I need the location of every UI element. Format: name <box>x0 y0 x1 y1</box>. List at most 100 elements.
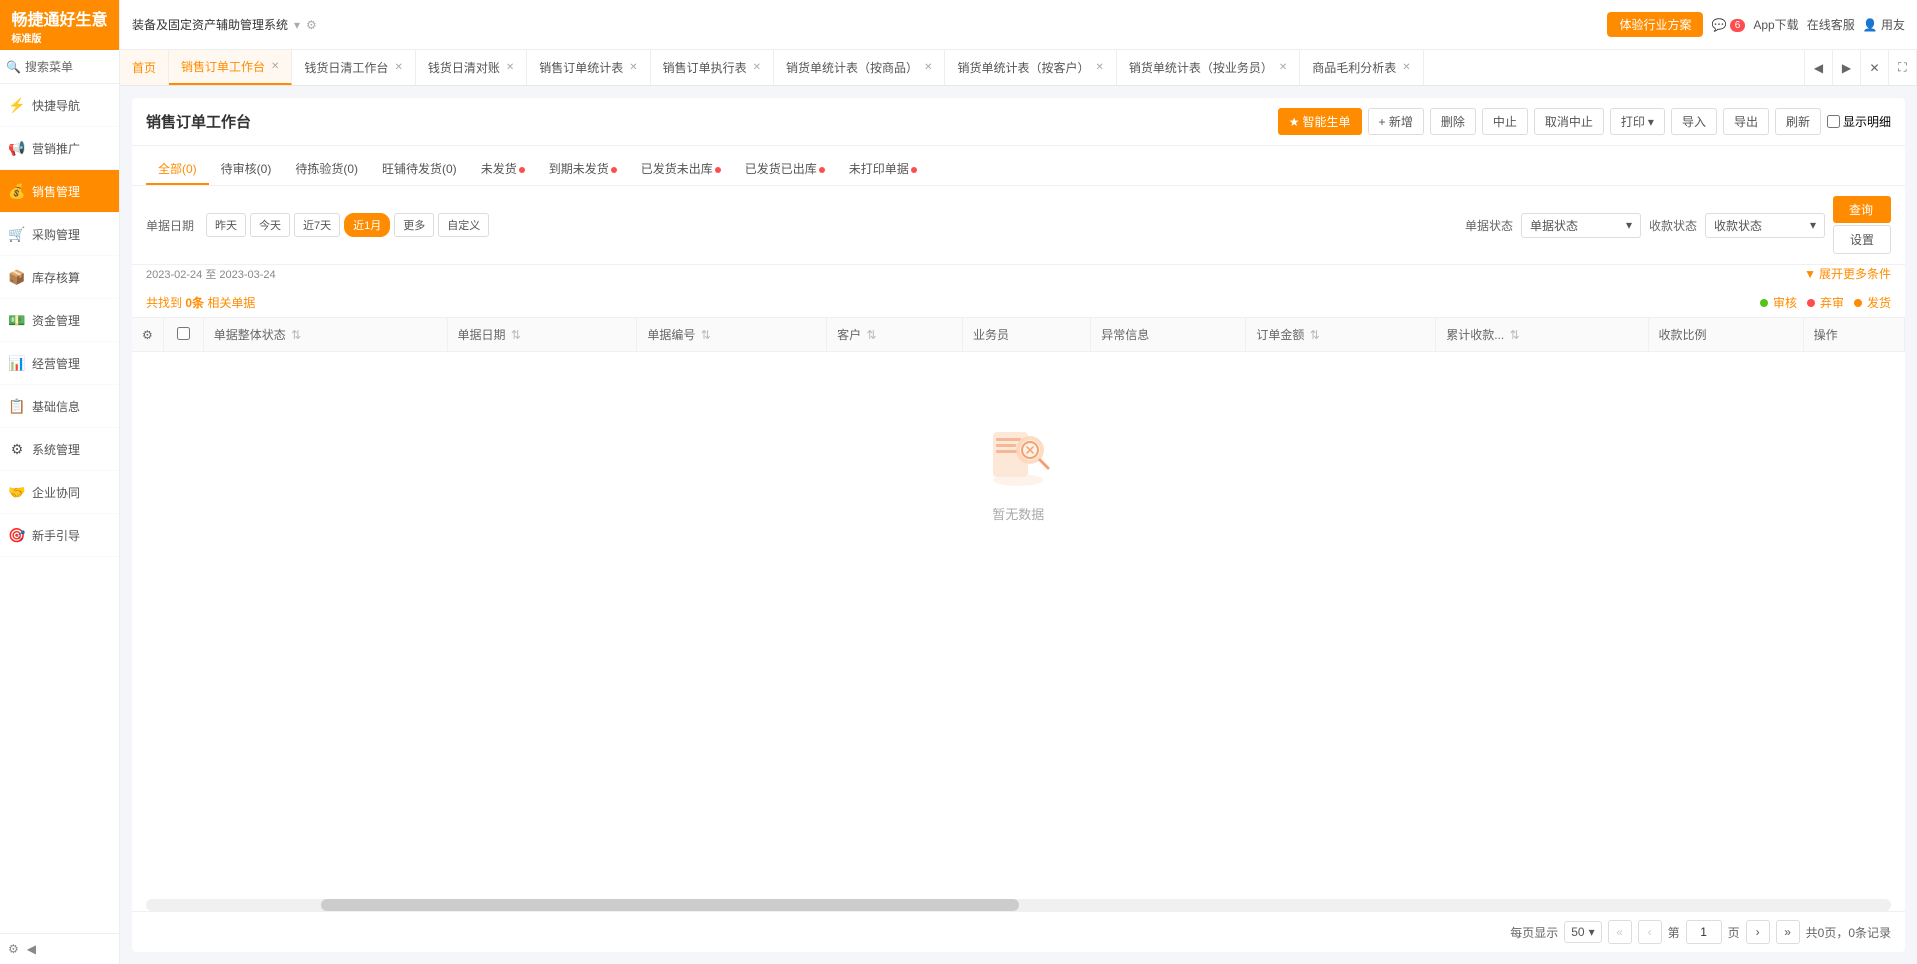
add-btn[interactable]: + 新增 <box>1368 108 1424 135</box>
sub-tab-shipped-not-out[interactable]: 已发货未出库 <box>629 154 733 185</box>
sidebar-item-operations[interactable]: 📊 经营管理 <box>0 342 119 385</box>
sidebar-item-sales[interactable]: 💰 销售管理 <box>0 170 119 213</box>
last-page-btn[interactable]: » <box>1776 920 1800 944</box>
tab-home[interactable]: 首页 <box>120 50 169 85</box>
sidebar-item-purchase[interactable]: 🛒 采购管理 <box>0 213 119 256</box>
sub-tab-shop-pending-ship[interactable]: 旺铺待发货(0) <box>370 154 469 185</box>
th-checkbox[interactable] <box>163 318 203 352</box>
sub-tab-all[interactable]: 全部(0) <box>146 154 209 185</box>
tab-gross-profit[interactable]: 商品毛利分析表 ✕ <box>1300 50 1423 85</box>
app-download-link[interactable]: App下载 <box>1753 16 1798 33</box>
tab-sales-stats[interactable]: 销售订单统计表 ✕ <box>527 50 650 85</box>
collapse-icon[interactable]: ◀ <box>27 942 36 956</box>
tab-close-icon[interactable]: ✕ <box>506 62 514 73</box>
tab-close-icon[interactable]: ✕ <box>1402 62 1410 73</box>
tab-close-icon[interactable]: ✕ <box>1279 62 1287 73</box>
tab-sales-customer[interactable]: 销货单统计表（按客户） ✕ <box>945 50 1116 85</box>
date-btn-1month[interactable]: 近1月 <box>344 213 390 237</box>
status-filter-select[interactable]: 单据状态 <box>1521 213 1641 238</box>
system-title: 装备及固定资产辅助管理系统 ▾ ⚙ <box>132 16 1599 33</box>
settings-icon[interactable]: ⚙ <box>8 942 19 956</box>
cancel-audit-action-btn[interactable]: 弃审 <box>1807 294 1844 311</box>
th-settings[interactable]: ⚙ <box>132 318 163 352</box>
tab-cash-reconcile[interactable]: 钱货日清对账 ✕ <box>416 50 527 85</box>
industry-solution-btn[interactable]: 体验行业方案 <box>1607 12 1703 37</box>
delete-btn[interactable]: 删除 <box>1430 108 1476 135</box>
smart-create-btn[interactable]: ★ 智能生单 <box>1278 108 1362 135</box>
sidebar-item-marketing[interactable]: 📢 营销推广 <box>0 127 119 170</box>
table-body: 暂无数据 <box>132 352 1905 584</box>
sort-icon[interactable]: ⇅ <box>1310 328 1320 342</box>
settings-header-icon[interactable]: ⚙ <box>306 18 317 32</box>
sidebar-item-inventory[interactable]: 📦 库存核算 <box>0 256 119 299</box>
refresh-btn[interactable]: 刷新 <box>1775 108 1821 135</box>
tab-prev-btn[interactable]: ◀ <box>1805 50 1833 86</box>
sort-icon[interactable]: ⇅ <box>1510 328 1520 342</box>
tab-close-icon[interactable]: ✕ <box>753 62 761 73</box>
sidebar-item-finance[interactable]: 💵 资金管理 <box>0 299 119 342</box>
export-btn[interactable]: 导出 <box>1723 108 1769 135</box>
payment-filter-select[interactable]: 收款状态 <box>1705 213 1825 238</box>
sub-tab-unshipped[interactable]: 未发货 <box>469 154 537 185</box>
top-header: 装备及固定资产辅助管理系统 ▾ ⚙ 体验行业方案 💬 6 App下载 在线客服 … <box>120 0 1917 50</box>
tab-sales-staff[interactable]: 销货单统计表（按业务员） ✕ <box>1117 50 1300 85</box>
stop-btn[interactable]: 中止 <box>1482 108 1528 135</box>
expand-filter-btn[interactable]: ▼ 展开更多条件 <box>1804 265 1891 282</box>
prev-page-btn[interactable]: ‹ <box>1638 920 1662 944</box>
tab-sales-exec[interactable]: 销售订单执行表 ✕ <box>651 50 774 85</box>
scrollbar-thumb[interactable] <box>321 899 1019 911</box>
sidebar-item-label: 快捷导航 <box>32 97 80 114</box>
cancel-stop-btn[interactable]: 取消中止 <box>1534 108 1604 135</box>
import-btn[interactable]: 导入 <box>1671 108 1717 135</box>
sidebar-item-quick-nav[interactable]: ⚡ 快捷导航 <box>0 84 119 127</box>
tab-close-icon[interactable]: ✕ <box>271 61 279 72</box>
tab-sales-product[interactable]: 销货单统计表（按商品） ✕ <box>774 50 945 85</box>
tab-next-btn[interactable]: ▶ <box>1833 50 1861 86</box>
sort-icon[interactable]: ⇅ <box>701 328 711 342</box>
date-btn-more[interactable]: 更多 <box>394 213 434 237</box>
finance-icon: 💵 <box>8 311 26 329</box>
online-service-link[interactable]: 在线客服 <box>1807 16 1855 33</box>
tab-close-icon[interactable]: ✕ <box>394 62 402 73</box>
horizontal-scrollbar[interactable] <box>146 899 1891 911</box>
ship-action-btn[interactable]: 发货 <box>1854 294 1891 311</box>
sort-icon[interactable]: ⇅ <box>867 328 877 342</box>
first-page-btn[interactable]: « <box>1608 920 1632 944</box>
sub-tab-unprinted[interactable]: 未打印单据 <box>837 154 929 185</box>
tab-close-icon[interactable]: ✕ <box>629 62 637 73</box>
date-btn-yesterday[interactable]: 昨天 <box>206 213 246 237</box>
sidebar-item-enterprise[interactable]: 🤝 企业协同 <box>0 471 119 514</box>
page-size-select[interactable]: 50 <box>1564 921 1601 943</box>
date-btn-7days[interactable]: 近7天 <box>294 213 340 237</box>
message-badge: 6 <box>1730 19 1746 32</box>
show-detail-checkbox[interactable] <box>1827 115 1840 128</box>
date-btn-today[interactable]: 今天 <box>250 213 290 237</box>
settings-btn[interactable]: 设置 <box>1833 225 1891 254</box>
tab-sales-workbench[interactable]: 销售订单工作台 ✕ <box>169 50 292 85</box>
sub-tab-overdue-unshipped[interactable]: 到期未发货 <box>537 154 629 185</box>
sidebar-item-basic-info[interactable]: 📋 基础信息 <box>0 385 119 428</box>
audit-action-btn[interactable]: 审核 <box>1760 294 1797 311</box>
tab-close-all-btn[interactable]: ✕ <box>1861 50 1889 86</box>
sidebar-item-system[interactable]: ⚙ 系统管理 <box>0 428 119 471</box>
sidebar-item-search[interactable]: 🔍 搜索菜单 <box>0 50 119 84</box>
sub-tab-pending-audit[interactable]: 待审核(0) <box>209 154 284 185</box>
query-btn[interactable]: 查询 <box>1833 196 1891 223</box>
user-avatar[interactable]: 👤 用友 <box>1863 16 1905 33</box>
sort-icon[interactable]: ⇅ <box>511 328 521 342</box>
message-icon[interactable]: 💬 6 <box>1711 18 1745 32</box>
sidebar-item-guide[interactable]: 🎯 新手引导 <box>0 514 119 557</box>
tab-close-icon[interactable]: ✕ <box>1095 62 1103 73</box>
sub-tab-shipped-out[interactable]: 已发货已出库 <box>733 154 837 185</box>
tab-expand-btn[interactable]: ⛶ <box>1889 50 1917 86</box>
tab-cash-daily[interactable]: 钱货日清工作台 ✕ <box>292 50 415 85</box>
date-btn-custom[interactable]: 自定义 <box>438 213 489 237</box>
print-btn[interactable]: 打印 ▾ <box>1610 108 1665 135</box>
page-number-input[interactable] <box>1686 920 1722 944</box>
sub-tab-pending-inspection[interactable]: 待拣验货(0) <box>283 154 370 185</box>
tab-close-icon[interactable]: ✕ <box>924 62 932 73</box>
next-page-btn[interactable]: › <box>1746 920 1770 944</box>
dropdown-icon[interactable]: ▾ <box>294 18 300 32</box>
select-all-checkbox[interactable] <box>177 327 190 340</box>
sort-icon[interactable]: ⇅ <box>291 328 301 342</box>
